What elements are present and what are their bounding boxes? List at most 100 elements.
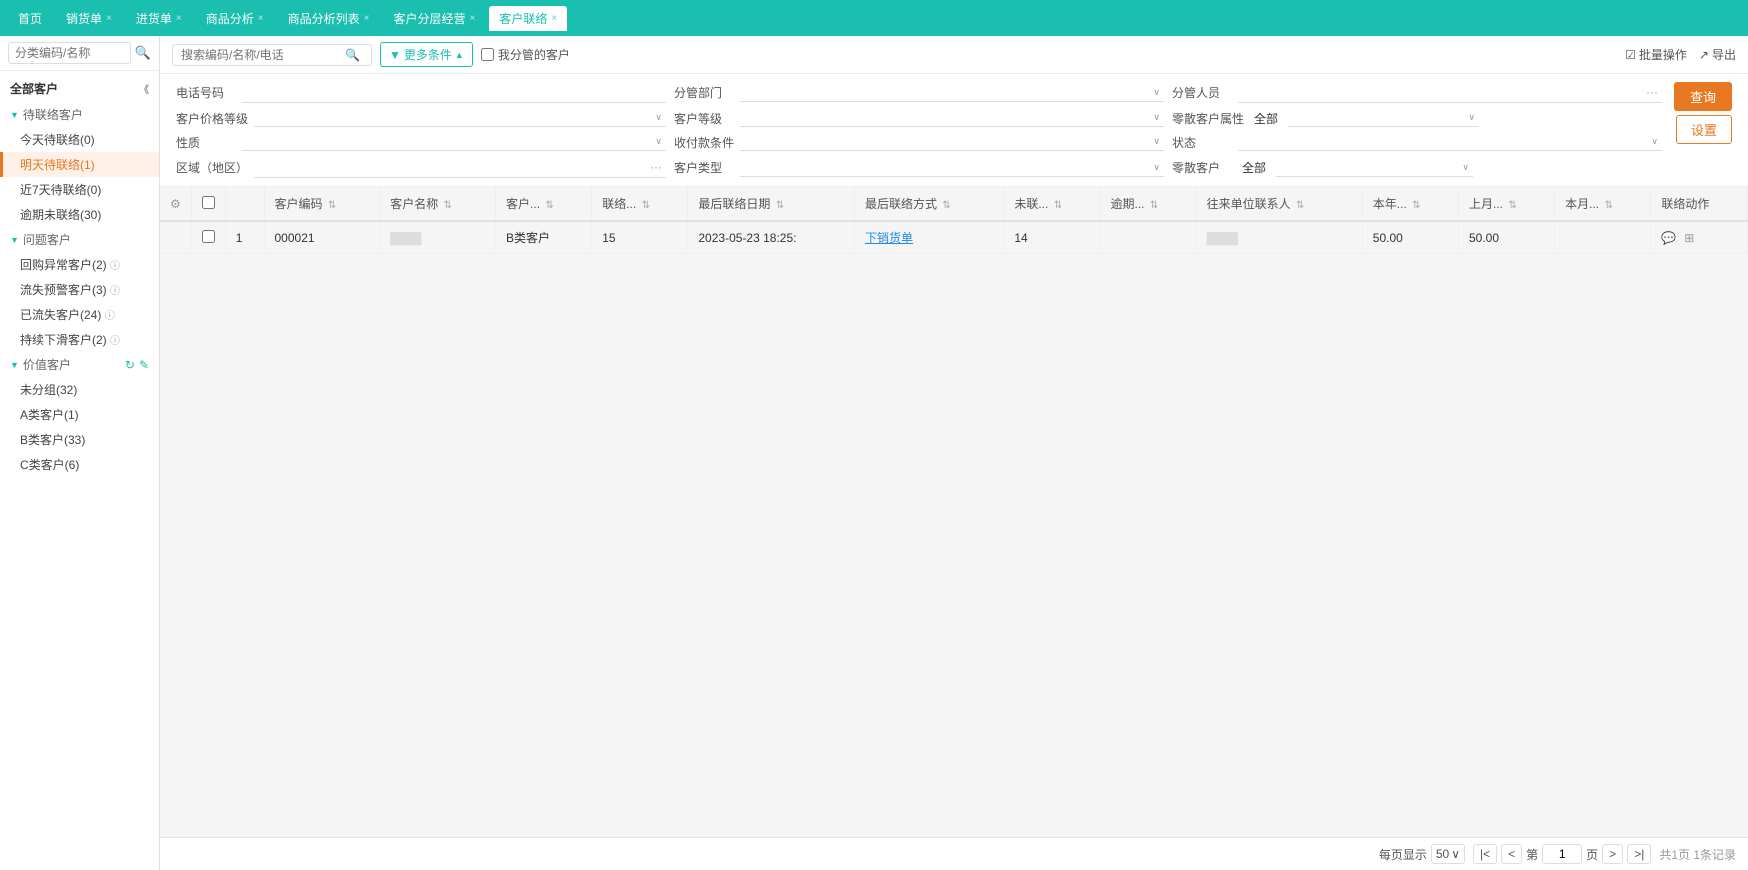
sidebar-item-churned[interactable]: 已流失客户(24) ⓘ [0,302,159,327]
next-page-button[interactable]: > [1602,844,1623,864]
page-size-dropdown[interactable]: 50 ∨ [1431,844,1465,864]
action-icon-1[interactable]: 💬 [1661,231,1676,245]
row-checkbox[interactable] [202,230,215,243]
toolbar: 🔍 ▼ 更多条件 ▲ 我分管的客户 ☑ 批量操作 ↗ 导出 [160,36,1748,74]
sidebar-search-input[interactable] [8,42,131,64]
close-icon[interactable]: × [364,13,370,24]
close-icon[interactable]: × [469,13,475,24]
sidebar-all-customers[interactable]: 全部客户 《 [0,75,159,102]
filter-label: 更多条件 [404,46,452,63]
page-size-selector: 每页显示 50 ∨ [1379,844,1465,864]
th-customer-name[interactable]: 客户名称 ⇅ [380,187,496,221]
nav-home[interactable]: 首页 [8,6,52,31]
page-number-input[interactable] [1542,844,1582,864]
close-icon[interactable]: × [176,13,182,24]
filter-rows-container: 电话号码 分管部门 ∨ 分管人员 ··· [176,82,1732,178]
my-customers-toggle[interactable]: 我分管的客户 [481,46,570,63]
filter-dots-person[interactable]: ··· [1238,82,1662,103]
td-last-contact-method[interactable]: 下销货单 [854,221,1003,254]
sidebar-item-unclassified[interactable]: 未分组(32) [0,377,159,402]
sidebar-item-class-a[interactable]: A类客户(1) [0,402,159,427]
th-customer-code[interactable]: 客户编码 ⇅ [264,187,380,221]
sort-icon: ⇅ [1054,200,1062,211]
batch-op-label: 批量操作 [1639,46,1687,63]
filter-input-phone[interactable] [242,82,666,103]
sort-icon: ⇅ [1412,200,1420,211]
th-uncontacted[interactable]: 未联... ⇅ [1004,187,1100,221]
close-icon[interactable]: × [551,13,557,24]
filter-select-price-level[interactable]: ∨ [254,109,666,127]
close-icon[interactable]: × [106,13,112,24]
chevron-icon: ∨ [1468,112,1475,123]
td-checkbox [191,221,225,254]
filter-select-nature[interactable]: ∨ [242,133,666,151]
filter-cell-retail-attr: 零散客户属性 全部 ∨ [1172,109,1662,127]
th-this-month[interactable]: 本月... ⇅ [1555,187,1651,221]
set-button[interactable]: 设置 [1676,115,1732,144]
sidebar-item-class-c[interactable]: C类客户(6) [0,452,159,477]
sidebar-item-churn-warning[interactable]: 流失预警客户(3) ⓘ [0,277,159,302]
filter-label-retail-attr: 零散客户属性 [1172,110,1244,127]
filter-dots-region[interactable]: ··· [254,157,666,178]
retail-attr-value: 全部 [1254,110,1278,127]
th-this-year[interactable]: 本年... ⇅ [1362,187,1458,221]
section-title: 价值客户 [23,356,71,373]
th-last-contact-method[interactable]: 最后联络方式 ⇅ [854,187,1003,221]
sidebar-item-overdue[interactable]: 逾期未联络(30) [0,202,159,227]
filter-label-retail-customer: 零散客户 [1172,159,1232,176]
nav-item-product-analysis[interactable]: 商品分析 × [196,6,274,31]
export-button[interactable]: ↗ 导出 [1699,46,1736,63]
sidebar-item-today[interactable]: 今天待联络(0) [0,127,159,152]
sidebar-item-tomorrow[interactable]: 明天待联络(1) [0,152,159,177]
td-overdue [1100,221,1196,254]
filter-select-status[interactable]: ∨ [1238,133,1662,151]
chevron-up-icon: ▲ [455,50,464,60]
td-action: 💬 ⊞ [1651,221,1748,254]
per-page-label: 每页显示 [1379,846,1427,863]
nav-item-customer-segmentation[interactable]: 客户分层经营 × [383,6,485,31]
filter-label-price-level: 客户价格等级 [176,110,248,127]
filter-select-customer-type[interactable]: ∨ [740,159,1164,177]
sort-icon: ⇅ [642,200,650,211]
th-contact[interactable]: 联络... ⇅ [592,187,688,221]
first-page-button[interactable]: |< [1473,844,1497,864]
select-all-checkbox[interactable] [202,196,215,209]
search-icon[interactable]: 🔍 [345,48,360,62]
action-icons: 💬 ⊞ [1661,231,1737,245]
th-last-contact-date[interactable]: 最后联络日期 ⇅ [688,187,855,221]
filter-select-retail-customer[interactable]: ∨ [1276,159,1473,177]
toolbar-search-box: 🔍 [172,44,372,66]
close-icon[interactable]: × [258,13,264,24]
sidebar-item-7days[interactable]: 近7天待联络(0) [0,177,159,202]
query-button[interactable]: 查询 [1674,82,1732,111]
edit-icon[interactable]: ✎ [139,358,149,372]
action-icon-2[interactable]: ⊞ [1684,231,1694,245]
last-contact-link[interactable]: 下销货单 [865,231,913,245]
batch-operation-button[interactable]: ☑ 批量操作 [1625,46,1687,63]
th-last-month[interactable]: 上月... ⇅ [1458,187,1554,221]
search-input[interactable] [181,48,341,62]
filter-select-retail-attr[interactable]: ∨ [1288,109,1479,127]
filter-cell-region: 区域（地区） ··· [176,157,666,178]
sidebar-item-declining[interactable]: 持续下滑客户(2) ⓘ [0,327,159,352]
sidebar-item-repurchase-abnormal[interactable]: 回购异常客户(2) ⓘ [0,252,159,277]
sidebar-search-icon[interactable]: 🔍 [135,45,151,61]
sidebar-item-class-b[interactable]: B类客户(33) [0,427,159,452]
refresh-icon[interactable]: ↻ [125,358,135,372]
th-customer-type[interactable]: 客户... ⇅ [496,187,592,221]
prev-page-button[interactable]: < [1501,844,1522,864]
nav-item-salesorder[interactable]: 销货单 × [56,6,122,31]
filter-label-phone: 电话号码 [176,84,236,101]
th-unit-contact[interactable]: 往来单位联系人 ⇅ [1196,187,1362,221]
th-overdue[interactable]: 逾期... ⇅ [1100,187,1196,221]
filter-select-customer-level[interactable]: ∨ [740,109,1164,127]
nav-item-product-analysis-list[interactable]: 商品分析列表 × [278,6,380,31]
filter-select-payment[interactable]: ∨ [740,133,1164,151]
my-customers-checkbox[interactable] [481,48,494,61]
filter-select-dept[interactable]: ∨ [740,84,1164,102]
nav-item-purchaseorder[interactable]: 进货单 × [126,6,192,31]
nav-item-customer-contact[interactable]: 客户联络 × [489,6,567,31]
th-settings[interactable]: ⚙ [160,187,191,221]
more-filter-button[interactable]: ▼ 更多条件 ▲ [380,42,473,67]
last-page-button[interactable]: >| [1627,844,1651,864]
